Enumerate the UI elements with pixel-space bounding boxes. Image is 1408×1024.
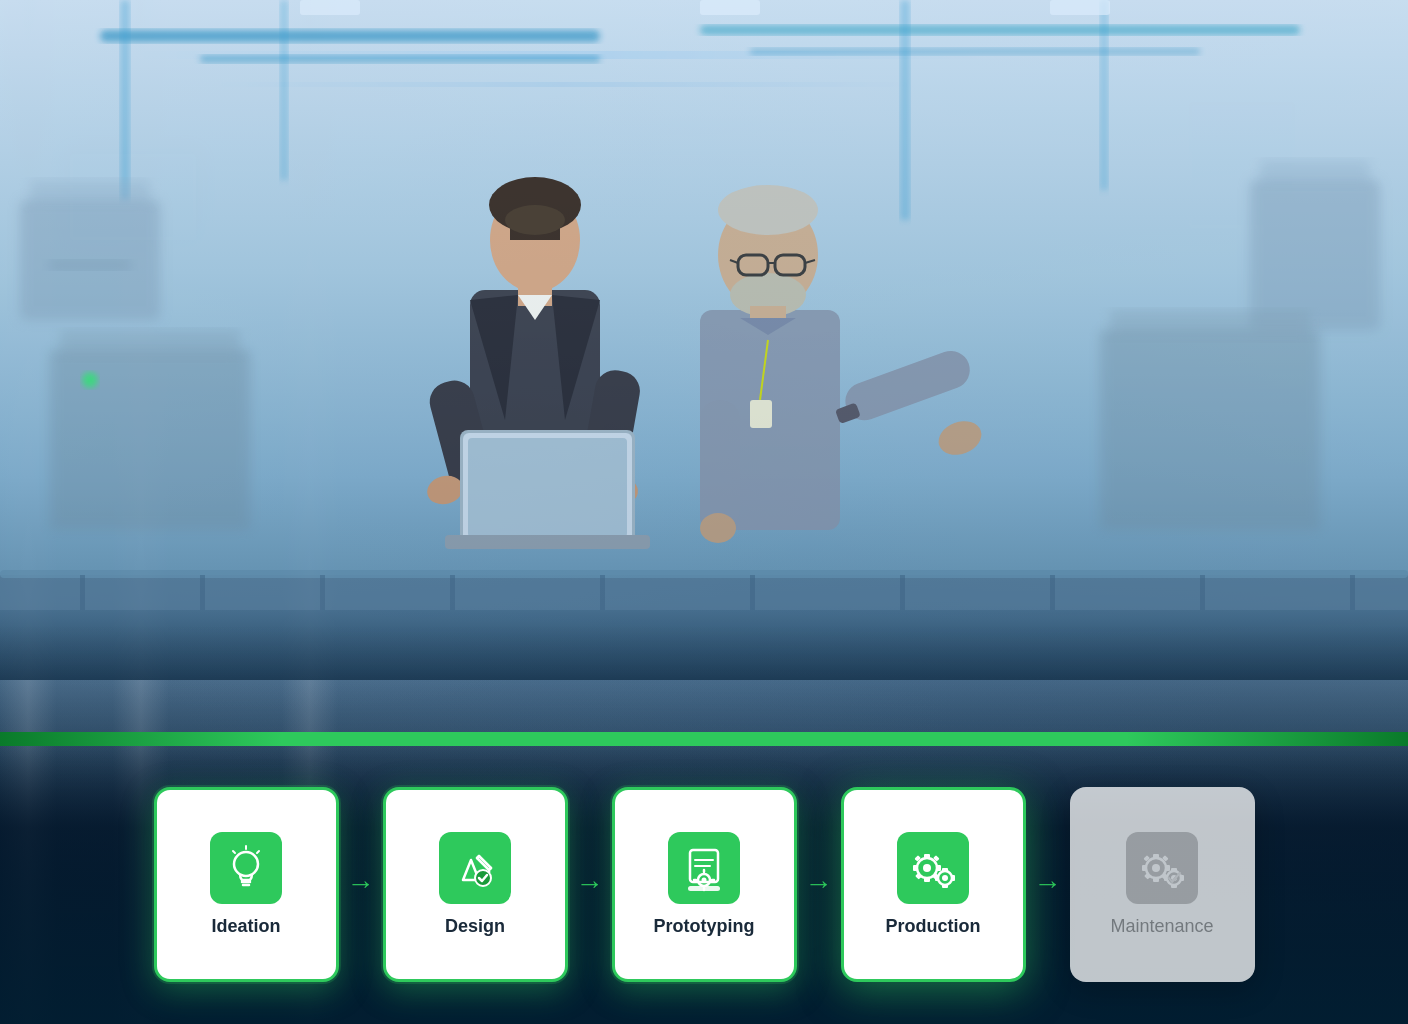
- svg-rect-12: [1250, 180, 1380, 330]
- svg-rect-123: [1171, 884, 1177, 888]
- production-icon-wrapper: [897, 832, 969, 904]
- maintenance-icon: [1134, 842, 1190, 894]
- green-connector-bar: [0, 732, 1408, 746]
- svg-point-111: [1152, 864, 1160, 872]
- lightbulb-icon: [222, 844, 270, 892]
- svg-rect-17: [1110, 310, 1310, 340]
- arrow-1: →: [347, 868, 375, 900]
- svg-rect-32: [1200, 575, 1205, 610]
- svg-rect-30: [900, 575, 905, 610]
- svg-rect-15: [60, 330, 240, 360]
- prototype-icon: [680, 844, 728, 892]
- svg-rect-27: [450, 575, 455, 610]
- svg-rect-31: [1050, 575, 1055, 610]
- svg-rect-2: [200, 55, 600, 63]
- svg-point-39: [505, 205, 565, 235]
- svg-rect-29: [750, 575, 755, 610]
- svg-point-88: [702, 877, 707, 882]
- prototyping-label: Prototyping: [654, 916, 755, 937]
- workflow-card-prototyping[interactable]: Prototyping: [612, 787, 797, 982]
- svg-rect-16: [1100, 330, 1320, 530]
- svg-rect-93: [688, 886, 720, 891]
- svg-rect-4: [750, 48, 1200, 55]
- factory-scene: [0, 0, 1408, 680]
- workflow-card-ideation[interactable]: Ideation: [154, 787, 339, 982]
- svg-line-76: [233, 851, 235, 853]
- svg-rect-20: [700, 0, 760, 15]
- workflow-card-maintenance[interactable]: Maintenance: [1070, 787, 1255, 982]
- svg-point-105: [942, 875, 948, 881]
- svg-rect-13: [1260, 160, 1370, 188]
- svg-rect-25: [200, 575, 205, 610]
- arrow-2: →: [576, 868, 604, 900]
- design-label: Design: [445, 916, 505, 937]
- arrow-3: →: [805, 868, 833, 900]
- svg-rect-68: [700, 400, 740, 530]
- svg-rect-7: [900, 0, 910, 220]
- workflow-card-design[interactable]: Design: [383, 787, 568, 982]
- svg-rect-24: [80, 575, 85, 610]
- svg-rect-28: [600, 575, 605, 610]
- ideation-icon-wrapper: [210, 832, 282, 904]
- svg-point-95: [923, 864, 931, 872]
- svg-rect-51: [445, 535, 650, 549]
- svg-rect-1: [100, 30, 600, 42]
- svg-rect-124: [1164, 875, 1168, 881]
- svg-line-81: [489, 868, 491, 870]
- maintenance-label: Maintenance: [1110, 916, 1213, 937]
- svg-line-75: [257, 851, 259, 853]
- svg-point-71: [234, 852, 258, 876]
- svg-rect-21: [1050, 0, 1110, 15]
- svg-rect-113: [1153, 877, 1159, 882]
- svg-rect-96: [924, 854, 930, 859]
- svg-rect-5: [120, 0, 130, 200]
- workflow-bar: Ideation → Desi: [0, 744, 1408, 1024]
- svg-point-54: [718, 185, 818, 235]
- svg-rect-106: [942, 868, 948, 872]
- svg-rect-33: [1350, 575, 1355, 610]
- design-icon-wrapper: [439, 832, 511, 904]
- svg-rect-10: [30, 180, 150, 210]
- svg-rect-114: [1142, 865, 1147, 871]
- svg-rect-14: [50, 350, 250, 530]
- svg-point-18: [82, 372, 98, 388]
- svg-rect-11: [50, 260, 130, 270]
- maintenance-icon-wrapper: [1126, 832, 1198, 904]
- svg-rect-3: [700, 25, 1300, 35]
- svg-point-69: [700, 513, 736, 543]
- svg-rect-107: [942, 884, 948, 888]
- svg-rect-112: [1153, 854, 1159, 859]
- svg-rect-65: [750, 400, 772, 428]
- workflow-container: Ideation → Desi: [134, 787, 1275, 982]
- svg-rect-109: [951, 875, 955, 881]
- svg-rect-122: [1171, 868, 1177, 872]
- svg-rect-115: [1165, 865, 1170, 871]
- svg-rect-6: [280, 0, 288, 180]
- svg-rect-23: [0, 570, 1408, 578]
- svg-line-80: [477, 856, 479, 858]
- production-icon: [905, 842, 961, 894]
- svg-rect-26: [320, 575, 325, 610]
- svg-rect-99: [936, 865, 941, 871]
- workflow-card-production[interactable]: Production: [841, 787, 1026, 982]
- ideation-label: Ideation: [211, 916, 280, 937]
- svg-rect-50: [468, 438, 627, 537]
- svg-rect-125: [1180, 875, 1184, 881]
- production-label: Production: [886, 916, 981, 937]
- svg-rect-19: [300, 0, 360, 15]
- svg-rect-108: [935, 875, 939, 881]
- svg-rect-97: [924, 877, 930, 882]
- prototyping-icon-wrapper: [668, 832, 740, 904]
- svg-rect-22: [0, 575, 1408, 610]
- svg-rect-8: [1100, 0, 1108, 190]
- arrow-4: →: [1034, 868, 1062, 900]
- design-icon: [451, 844, 499, 892]
- svg-rect-98: [913, 865, 918, 871]
